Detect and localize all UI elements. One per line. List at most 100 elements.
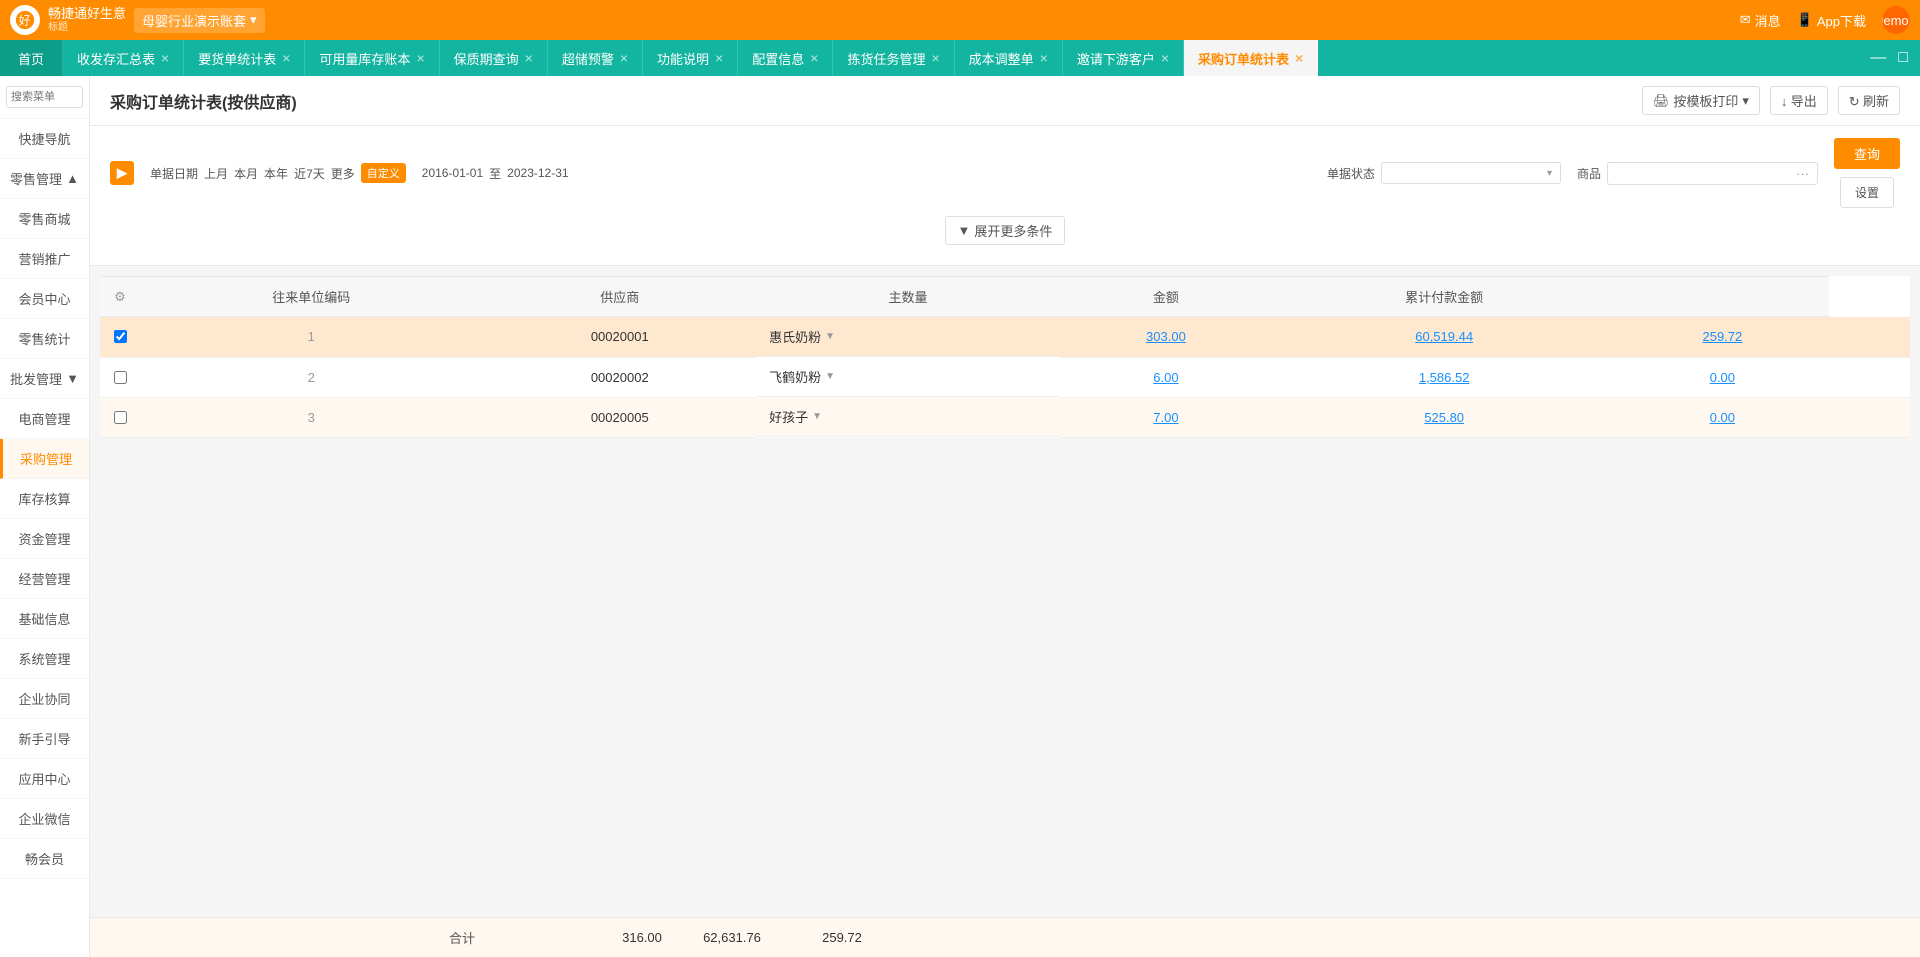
- sidebar-item-yingyongzhongxin[interactable]: 应用中心: [0, 759, 89, 799]
- tab-baoqi[interactable]: 保质期查询 ×: [440, 40, 548, 76]
- table-row[interactable]: 2 00020002 飞鹤奶粉▼ 6.00 1,586.52 0.00: [100, 357, 1910, 397]
- content-area: 采购订单统计表(按供应商) 🖨 按模板打印 ▾ ↓ 导出 ↻ 刷新: [90, 76, 1920, 957]
- expand-row-icon[interactable]: ▼: [825, 371, 835, 382]
- row-checkbox[interactable]: [114, 411, 127, 424]
- app-download-btn[interactable]: 📱 App下载: [1797, 11, 1866, 30]
- close-tab-chengben[interactable]: ×: [1040, 50, 1048, 66]
- close-tab-caigou[interactable]: ×: [1295, 50, 1303, 66]
- shortcut-more[interactable]: 更多: [331, 165, 355, 182]
- cell-index: 3: [140, 397, 482, 437]
- cell-quantity[interactable]: 7.00: [1059, 397, 1273, 437]
- query-btn[interactable]: 查询: [1834, 138, 1900, 169]
- table-row[interactable]: 1 00020001 惠氏奶粉▼ 303.00 60,519.44 259.72: [100, 317, 1910, 358]
- sidebar-item-pifaguanli[interactable]: 批发管理 ▼: [0, 359, 89, 399]
- close-tab-baoqi[interactable]: ×: [525, 50, 533, 66]
- row-checkbox[interactable]: [114, 371, 127, 384]
- export-btn[interactable]: ↓ 导出: [1770, 86, 1828, 115]
- filter-more-row: ▼ 展开更多条件: [110, 208, 1900, 253]
- settings-btn[interactable]: 设置: [1840, 177, 1894, 208]
- cell-paid[interactable]: 259.72: [1615, 317, 1829, 358]
- cell-amount[interactable]: 60,519.44: [1273, 317, 1615, 358]
- shortcut-this-month[interactable]: 本月: [234, 165, 258, 182]
- cell-supplier: 惠氏奶粉▼: [757, 317, 1059, 357]
- date-custom-badge[interactable]: 自定义: [361, 163, 406, 183]
- tab-yaohuo[interactable]: 要货单统计表 ×: [184, 40, 305, 76]
- tab-chengben[interactable]: 成本调整单 ×: [955, 40, 1063, 76]
- sidebar-item-lingshoutongji[interactable]: 零售统计: [0, 319, 89, 359]
- expand-icon: ▼: [958, 223, 971, 238]
- template-print-btn[interactable]: 🖨 按模板打印 ▾: [1642, 86, 1760, 115]
- shortcut-last-month[interactable]: 上月: [204, 165, 228, 182]
- sidebar-item-huiyuanzhongxin[interactable]: 会员中心: [0, 279, 89, 319]
- minimize-btn[interactable]: —: [1866, 47, 1890, 69]
- sidebar-item-yingxiaotgui[interactable]: 营销推广: [0, 239, 89, 279]
- cell-checkbox[interactable]: [100, 317, 140, 358]
- sidebar-item-kuaijiaouhang[interactable]: 快捷导航: [0, 119, 89, 159]
- cell-checkbox[interactable]: [100, 397, 140, 437]
- shortcut-7days[interactable]: 近7天: [294, 165, 325, 182]
- date-from: 2016-01-01: [422, 166, 483, 180]
- expand-row-icon[interactable]: ▼: [812, 411, 822, 422]
- tab-caigou[interactable]: 采购订单统计表 ×: [1184, 40, 1318, 76]
- tab-yaoqing[interactable]: 邀请下游客户 ×: [1063, 40, 1184, 76]
- sidebar-item-zijinguanli[interactable]: 资金管理: [0, 519, 89, 559]
- close-tab-peizhi[interactable]: ×: [810, 50, 818, 66]
- cell-paid[interactable]: 0.00: [1615, 397, 1829, 437]
- status-input[interactable]: [1390, 166, 1547, 180]
- tab-home[interactable]: 首页: [0, 40, 63, 76]
- search-input[interactable]: [6, 86, 83, 108]
- close-tab-gongneng[interactable]: ×: [715, 50, 723, 66]
- sidebar-item-jichuxinxi[interactable]: 基础信息: [0, 599, 89, 639]
- avatar[interactable]: demo2: [1882, 6, 1910, 34]
- message-btn[interactable]: ✉ 消息: [1740, 11, 1781, 30]
- cell-amount[interactable]: 525.80: [1273, 397, 1615, 437]
- sidebar-item-caigouguanli[interactable]: 采购管理: [0, 439, 89, 479]
- sidebar-item-kucunhesuan[interactable]: 库存核算: [0, 479, 89, 519]
- goods-more-btn[interactable]: ···: [1796, 166, 1809, 181]
- tab-peizhi[interactable]: 配置信息 ×: [738, 40, 833, 76]
- goods-input[interactable]: [1616, 166, 1796, 180]
- expand-conditions-btn[interactable]: ▼ 展开更多条件: [945, 216, 1066, 245]
- close-tab-yaohuo[interactable]: ×: [282, 50, 290, 66]
- sidebar-item-changhui[interactable]: 畅会员: [0, 839, 89, 879]
- sidebar-item-xinshouyindao[interactable]: 新手引导: [0, 719, 89, 759]
- tab-shoufayuhui[interactable]: 收发存汇总表 ×: [63, 40, 184, 76]
- goods-input-wrap[interactable]: ···: [1607, 162, 1818, 185]
- tab-gongneng[interactable]: 功能说明 ×: [643, 40, 738, 76]
- maximize-btn[interactable]: □: [1894, 47, 1912, 69]
- sidebar-item-qiyexietong[interactable]: 企业协同: [0, 679, 89, 719]
- status-input-wrap[interactable]: ▾: [1381, 162, 1561, 184]
- refresh-btn[interactable]: ↻ 刷新: [1838, 86, 1900, 115]
- workspace-selector[interactable]: 母婴行业演示账套 ▾: [134, 8, 265, 33]
- tab-chaochuyujing[interactable]: 超储预警 ×: [548, 40, 643, 76]
- table-row[interactable]: 3 00020005 好孩子▼ 7.00 525.80 0.00: [100, 397, 1910, 437]
- filter-toggle-btn[interactable]: ▶: [110, 161, 134, 185]
- sidebar-item-jingyingguanli[interactable]: 经营管理: [0, 559, 89, 599]
- message-icon: ✉: [1740, 12, 1751, 28]
- cell-quantity[interactable]: 303.00: [1059, 317, 1273, 358]
- close-tab-chaochuyujing[interactable]: ×: [620, 50, 628, 66]
- shortcut-this-year[interactable]: 本年: [264, 165, 288, 182]
- gear-settings-icon[interactable]: ⚙: [114, 289, 126, 305]
- status-dropdown-arrow[interactable]: ▾: [1547, 168, 1552, 179]
- tab-huohuo[interactable]: 拣货任务管理 ×: [833, 40, 954, 76]
- cell-quantity[interactable]: 6.00: [1059, 357, 1273, 397]
- cell-paid[interactable]: 0.00: [1615, 357, 1829, 397]
- filter-date-range-field: 2016-01-01 至 2023-12-31: [422, 165, 569, 182]
- sidebar-item-lingshoguanli[interactable]: 零售管理 ▲: [0, 159, 89, 199]
- sidebar-item-xitongguanli[interactable]: 系统管理: [0, 639, 89, 679]
- top-bar-left: 好 畅捷通好生意 标题 母婴行业演示账套 ▾: [10, 5, 265, 35]
- row-checkbox[interactable]: [114, 330, 127, 343]
- sidebar-item-lingshoshangcheng[interactable]: 零售商城: [0, 199, 89, 239]
- close-tab-shoufayuhui[interactable]: ×: [161, 50, 169, 66]
- cell-checkbox[interactable]: [100, 357, 140, 397]
- cell-amount[interactable]: 1,586.52: [1273, 357, 1615, 397]
- sidebar-item-dianshanguanli[interactable]: 电商管理: [0, 399, 89, 439]
- sidebar-item-qiyeweixin[interactable]: 企业微信: [0, 799, 89, 839]
- sidebar-item-sousuocaidan[interactable]: [0, 76, 89, 119]
- close-tab-huohuo[interactable]: ×: [931, 50, 939, 66]
- close-tab-kuyun[interactable]: ×: [416, 50, 424, 66]
- close-tab-yaoqing[interactable]: ×: [1161, 50, 1169, 66]
- tab-kuyun[interactable]: 可用量库存账本 ×: [305, 40, 439, 76]
- expand-row-icon[interactable]: ▼: [825, 331, 835, 342]
